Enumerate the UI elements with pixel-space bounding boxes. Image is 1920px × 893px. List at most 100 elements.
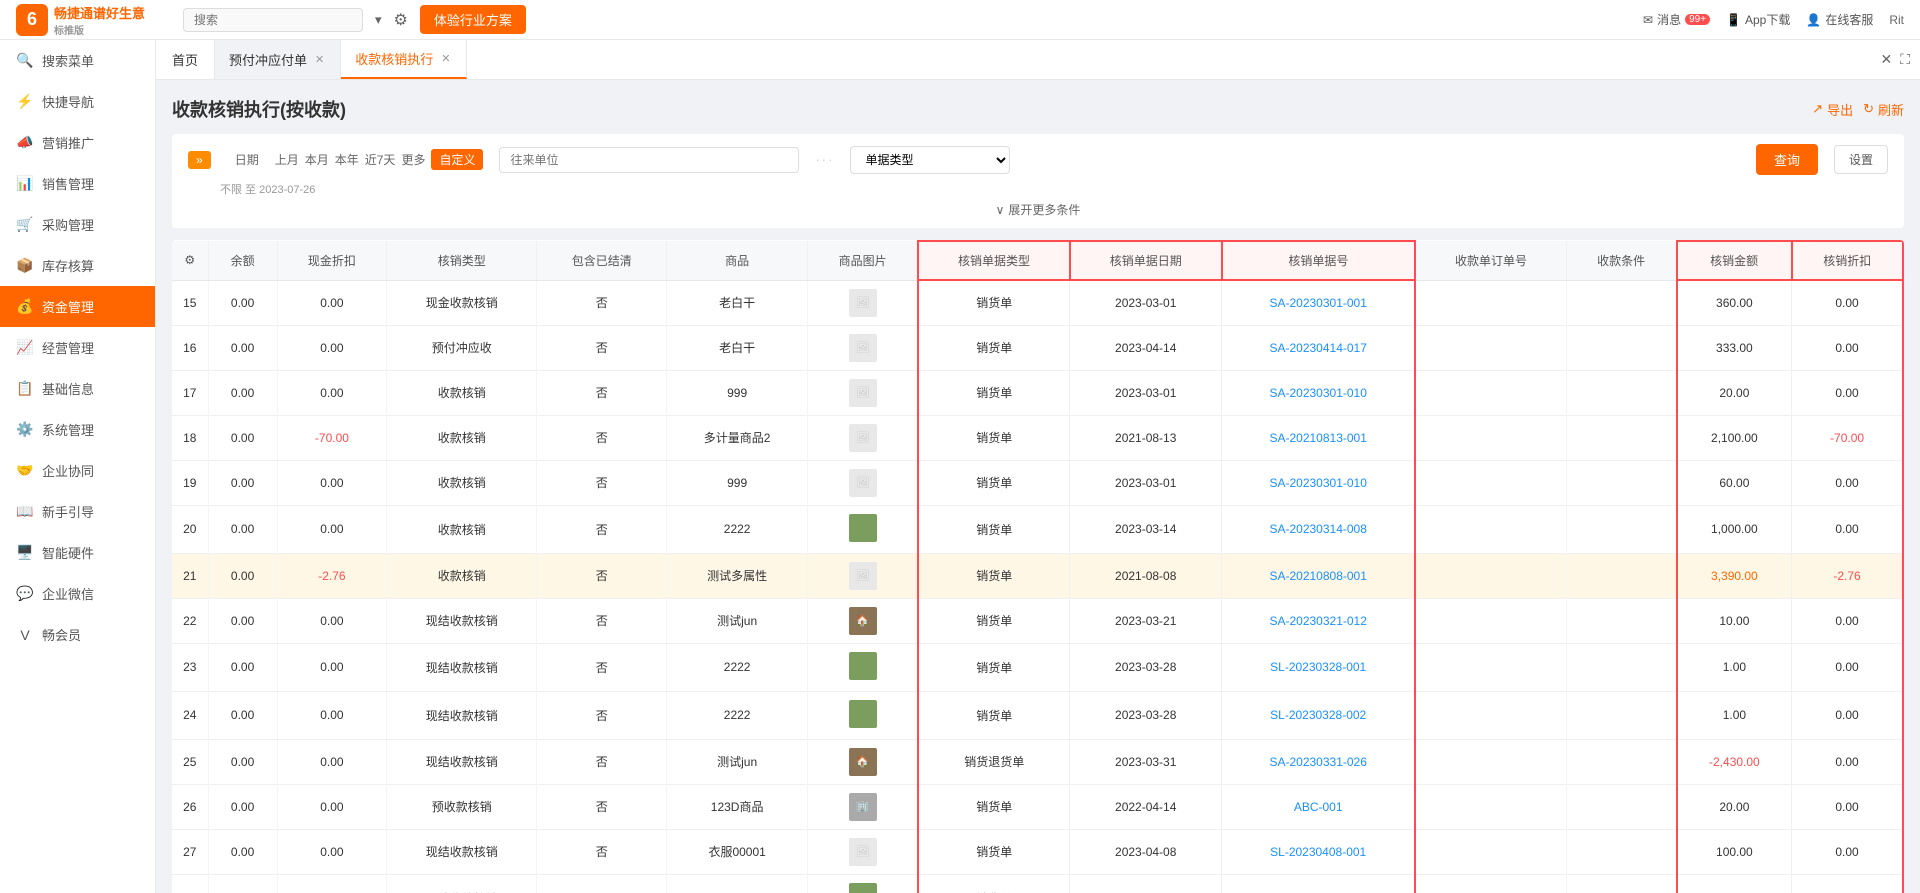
- expand-conditions[interactable]: ∨ 展开更多条件: [188, 201, 1888, 218]
- col-settings[interactable]: ⚙: [172, 241, 208, 280]
- row-amount: 10.00: [1677, 598, 1792, 643]
- col-product-img: 商品图片: [808, 241, 918, 280]
- export-icon: ↗: [1812, 101, 1823, 117]
- row-single-type: 销货退货单: [918, 739, 1070, 784]
- row-condition: [1566, 691, 1676, 739]
- row-product: 2222: [667, 505, 808, 553]
- row-product-img: [808, 691, 918, 739]
- tab-prepaid-label: 预付冲应付单: [229, 50, 307, 69]
- row-single-type: 销货单: [918, 784, 1070, 829]
- row-verify-type: 收款核销: [387, 370, 537, 415]
- industry-btn[interactable]: 体验行业方案: [420, 5, 526, 34]
- row-product-img: [808, 505, 918, 553]
- row-single-no[interactable]: SA-20230301-001: [1222, 280, 1416, 325]
- row-single-no[interactable]: SA-20230301-010: [1222, 370, 1416, 415]
- sidebar-item-collab[interactable]: 🤝 企业协同: [0, 450, 155, 491]
- sidebar-item-basic[interactable]: 📋 基础信息: [0, 368, 155, 409]
- tab-prepaid-close[interactable]: ✕: [313, 52, 326, 67]
- table-row: 160.000.00预付冲应收否老白干🖼销货单2023-04-14SA-2023…: [172, 325, 1903, 370]
- row-included: 否: [537, 505, 667, 553]
- date-this-year[interactable]: 本年: [335, 151, 359, 168]
- row-single-no[interactable]: SA-20210808-001: [1222, 553, 1416, 598]
- row-id: 18: [172, 415, 208, 460]
- tab-home[interactable]: 首页: [156, 40, 215, 79]
- row-balance: 0.00: [208, 280, 277, 325]
- row-discount: 0.00: [1792, 643, 1903, 691]
- row-single-date: 2023-03-28: [1070, 643, 1222, 691]
- counterpart-input[interactable]: [499, 147, 799, 173]
- refresh-btn[interactable]: ↻ 刷新: [1863, 100, 1904, 119]
- row-single-no[interactable]: SA-20230331-026: [1222, 739, 1416, 784]
- filter-toggle-btn[interactable]: »: [188, 151, 211, 169]
- settings-btn[interactable]: 设置: [1834, 145, 1888, 174]
- row-single-no[interactable]: SL-20230328-002: [1222, 691, 1416, 739]
- gear-icon[interactable]: ⚙: [394, 10, 408, 30]
- row-single-date: 2023-03-01: [1070, 460, 1222, 505]
- close-window-icon[interactable]: ✕: [1880, 51, 1892, 68]
- row-balance: 0.00: [208, 415, 277, 460]
- row-id: 25: [172, 739, 208, 784]
- query-btn[interactable]: 查询: [1756, 144, 1818, 175]
- date-this-month[interactable]: 本月: [305, 151, 329, 168]
- sidebar-item-finance[interactable]: 💰 资金管理: [0, 286, 155, 327]
- row-single-no[interactable]: SL-20230328-001: [1222, 643, 1416, 691]
- search-input[interactable]: [183, 8, 363, 32]
- sidebar-item-inventory[interactable]: 📦 库存核算: [0, 245, 155, 286]
- row-single-no[interactable]: ABC-001: [1222, 784, 1416, 829]
- sidebar-item-sales[interactable]: 📊 销售管理: [0, 163, 155, 204]
- top-bar-right: ✉ 消息 99+ 📱 App下载 👤 在线客服 Rit: [1643, 11, 1904, 28]
- sidebar-item-operations[interactable]: 📈 经营管理: [0, 327, 155, 368]
- top-bar: 6 畅捷通谱好生意 标推版 ▾ ⚙ 体验行业方案 ✉ 消息 99+ 📱 App下…: [0, 0, 1920, 40]
- date-7days[interactable]: 近7天: [365, 151, 396, 168]
- tab-receipt-verify-close[interactable]: ✕: [439, 51, 452, 66]
- row-receipt-no: [1415, 739, 1566, 784]
- export-btn[interactable]: ↗ 导出: [1812, 100, 1853, 119]
- sidebar-item-purchase[interactable]: 🛒 采购管理: [0, 204, 155, 245]
- sidebar-item-label: 库存核算: [42, 256, 94, 275]
- quicknav-icon: ⚡: [16, 93, 34, 111]
- row-included: 否: [537, 415, 667, 460]
- tab-receipt-verify[interactable]: 收款核销执行 ✕: [341, 40, 467, 79]
- user-info[interactable]: Rit: [1889, 13, 1904, 27]
- row-verify-type: 现结收款核销: [387, 829, 537, 874]
- sidebar-item-system[interactable]: ⚙️ 系统管理: [0, 409, 155, 450]
- dropdown-icon[interactable]: ▾: [375, 12, 382, 28]
- sidebar-item-marketing[interactable]: 📣 营销推广: [0, 122, 155, 163]
- row-receipt-no: [1415, 505, 1566, 553]
- message-btn[interactable]: ✉ 消息 99+: [1643, 11, 1710, 28]
- row-single-no[interactable]: SA-20230301-010: [1222, 460, 1416, 505]
- row-product: 测试jun: [667, 739, 808, 784]
- maximize-icon[interactable]: ⛶: [1900, 51, 1910, 68]
- date-options: 上月 本月 本年 近7天 更多 自定义: [275, 149, 484, 170]
- row-single-no[interactable]: SA-20230414-017: [1222, 325, 1416, 370]
- row-product: 2222: [667, 643, 808, 691]
- sidebar-item-quicknav[interactable]: ⚡ 快捷导航: [0, 81, 155, 122]
- row-product-img: [808, 874, 918, 893]
- row-single-no[interactable]: SA-20230321-012: [1222, 598, 1416, 643]
- date-more[interactable]: 更多: [401, 151, 425, 168]
- row-amount: 1,000.00: [1677, 505, 1792, 553]
- row-included: 否: [537, 739, 667, 784]
- sidebar-item-hardware[interactable]: 🖥️ 智能硬件: [0, 532, 155, 573]
- sidebar-item-member[interactable]: V 畅会员: [0, 614, 155, 655]
- date-last-month[interactable]: 上月: [275, 151, 299, 168]
- row-single-no[interactable]: SL-20230408-001: [1222, 829, 1416, 874]
- tab-prepaid[interactable]: 预付冲应付单 ✕: [215, 40, 341, 79]
- sidebar-item-guide[interactable]: 📖 新手引导: [0, 491, 155, 532]
- row-single-no[interactable]: SL-20230418-001: [1222, 874, 1416, 893]
- date-custom[interactable]: 自定义: [431, 149, 483, 170]
- message-label: 消息: [1657, 11, 1681, 28]
- row-included: 否: [537, 460, 667, 505]
- app-download-btn[interactable]: 📱 App下载: [1726, 11, 1790, 28]
- row-receipt-no: [1415, 460, 1566, 505]
- row-balance: 0.00: [208, 505, 277, 553]
- online-service-btn[interactable]: 👤 在线客服: [1806, 11, 1873, 28]
- sidebar-item-wechat[interactable]: 💬 企业微信: [0, 573, 155, 614]
- row-condition: [1566, 739, 1676, 784]
- sidebar-item-search[interactable]: 🔍 搜索菜单: [0, 40, 155, 81]
- row-condition: [1566, 598, 1676, 643]
- table-header-row: ⚙ 余额 现金折扣 核销类型 包含已结清 商品 商品图片 核销单据类型 核销单据…: [172, 241, 1903, 280]
- row-single-no[interactable]: SA-20210813-001: [1222, 415, 1416, 460]
- single-type-select[interactable]: 单据类型: [850, 146, 1010, 174]
- row-single-no[interactable]: SA-20230314-008: [1222, 505, 1416, 553]
